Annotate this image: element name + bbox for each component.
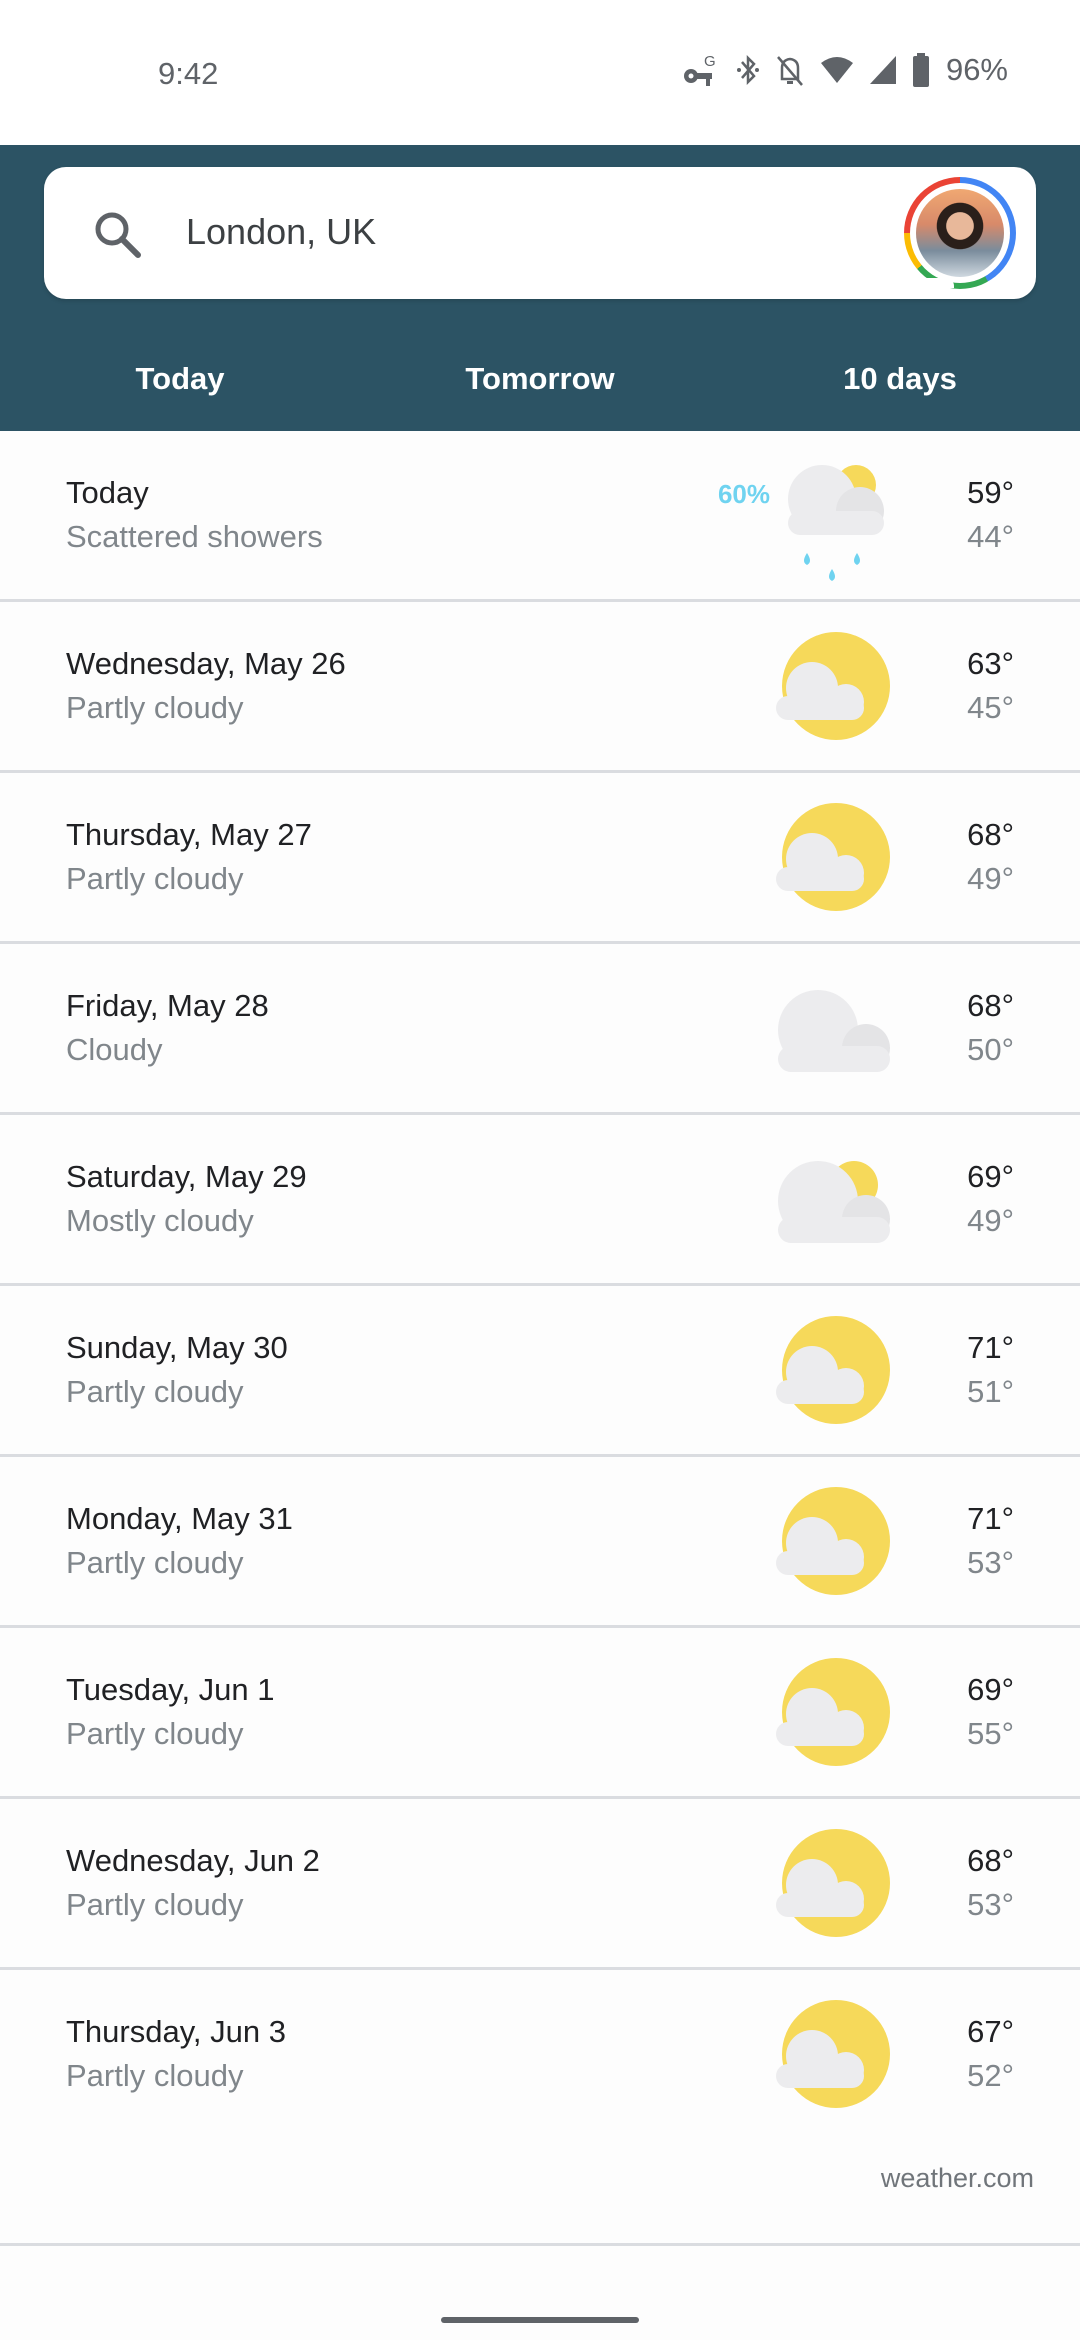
forecast-date: Friday, May 28 (66, 988, 269, 1023)
forecast-row[interactable]: Saturday, May 29 Mostly cloudy 69° 49° (0, 1115, 1080, 1286)
high-temperature: 68° (967, 817, 1014, 852)
scattered-showers-icon (770, 455, 910, 581)
partly-cloudy-icon (770, 1823, 910, 1943)
forecast-condition: Partly cloudy (66, 2058, 244, 2093)
tab-10-days[interactable]: 10 days (720, 331, 1080, 431)
battery-percentage: 96% (945, 52, 1008, 87)
forecast-date: Wednesday, Jun 2 (66, 1843, 320, 1878)
forecast-row[interactable]: Thursday, Jun 3 Partly cloudy 67° 52° (0, 1970, 1080, 2138)
forecast-list: Today Scattered showers 60% 59° 44° Wedn… (0, 431, 1080, 2138)
forecast-date: Sunday, May 30 (66, 1330, 288, 1365)
vpn-key-icon: G (682, 52, 722, 88)
tab-today[interactable]: Today (0, 331, 360, 431)
app-header: London, UK Today Tomorrow 10 days (0, 145, 1080, 431)
forecast-row[interactable]: Friday, May 28 Cloudy 68° 50° (0, 944, 1080, 1115)
selected-tab-indicator (846, 278, 954, 288)
low-temperature: 53° (967, 1887, 1014, 1922)
status-bar: 9:42 G 96% (0, 0, 1080, 145)
divider (0, 2243, 1080, 2246)
status-time: 9:42 (158, 56, 219, 91)
forecast-condition: Partly cloudy (66, 861, 244, 896)
low-temperature: 52° (967, 2058, 1014, 2093)
forecast-date: Monday, May 31 (66, 1501, 293, 1536)
partly-cloudy-icon (770, 626, 910, 746)
high-temperature: 71° (967, 1330, 1014, 1365)
forecast-date: Wednesday, May 26 (66, 646, 346, 681)
svg-text:G: G (704, 53, 716, 70)
partly-cloudy-icon (770, 1994, 910, 2114)
home-gesture-bar[interactable] (441, 2317, 639, 2323)
partly-cloudy-icon (770, 797, 910, 917)
high-temperature: 68° (967, 1843, 1014, 1878)
partly-cloudy-icon (770, 1481, 910, 1601)
forecast-row[interactable]: Today Scattered showers 60% 59° 44° (0, 431, 1080, 602)
source-link[interactable]: weather.com (881, 2163, 1034, 2194)
partly-cloudy-icon (770, 1652, 910, 1772)
high-temperature: 69° (967, 1672, 1014, 1707)
forecast-row[interactable]: Monday, May 31 Partly cloudy 71° 53° (0, 1457, 1080, 1628)
low-temperature: 55° (967, 1716, 1014, 1751)
forecast-row[interactable]: Wednesday, Jun 2 Partly cloudy 68° 53° (0, 1799, 1080, 1970)
low-temperature: 49° (967, 861, 1014, 896)
forecast-row[interactable]: Tuesday, Jun 1 Partly cloudy 69° 55° (0, 1628, 1080, 1799)
status-icons: G 96% (682, 52, 1008, 88)
wifi-icon (820, 55, 854, 85)
forecast-condition: Cloudy (66, 1032, 163, 1067)
high-temperature: 59° (967, 475, 1014, 510)
search-input[interactable]: London, UK (186, 211, 376, 253)
forecast-condition: Partly cloudy (66, 1716, 244, 1751)
low-temperature: 45° (967, 690, 1014, 725)
low-temperature: 49° (967, 1203, 1014, 1238)
low-temperature: 44° (967, 519, 1014, 554)
partly-cloudy-icon (770, 1310, 910, 1430)
tab-tomorrow[interactable]: Tomorrow (360, 331, 720, 431)
low-temperature: 53° (967, 1545, 1014, 1580)
avatar (916, 189, 1004, 277)
forecast-condition: Partly cloudy (66, 1545, 244, 1580)
precipitation-chance: 60% (717, 479, 770, 509)
high-temperature: 71° (967, 1501, 1014, 1536)
forecast-date: Thursday, Jun 3 (66, 2014, 286, 2049)
forecast-condition: Scattered showers (66, 519, 323, 554)
high-temperature: 67° (967, 2014, 1014, 2049)
forecast-date: Thursday, May 27 (66, 817, 312, 852)
bluetooth-icon (736, 53, 760, 87)
high-temperature: 63° (967, 646, 1014, 681)
forecast-row[interactable]: Sunday, May 30 Partly cloudy 71° 51° (0, 1286, 1080, 1457)
forecast-condition: Mostly cloudy (66, 1203, 254, 1238)
cellular-signal-icon (868, 55, 898, 85)
high-temperature: 69° (967, 1159, 1014, 1194)
account-avatar-button[interactable] (904, 177, 1016, 289)
forecast-row[interactable]: Wednesday, May 26 Partly cloudy 63° 45° (0, 602, 1080, 773)
forecast-tabs: Today Tomorrow 10 days (0, 331, 1080, 431)
forecast-date: Saturday, May 29 (66, 1159, 307, 1194)
cloudy-icon (770, 968, 910, 1088)
search-icon[interactable] (92, 209, 144, 266)
forecast-condition: Partly cloudy (66, 1374, 244, 1409)
mostly-cloudy-icon (770, 1139, 910, 1259)
forecast-condition: Partly cloudy (66, 690, 244, 725)
battery-icon (912, 53, 930, 87)
high-temperature: 68° (967, 988, 1014, 1023)
forecast-date: Tuesday, Jun 1 (66, 1672, 275, 1707)
notifications-off-icon (774, 53, 806, 87)
forecast-condition: Partly cloudy (66, 1887, 244, 1922)
forecast-date: Today (66, 475, 149, 510)
low-temperature: 50° (967, 1032, 1014, 1067)
low-temperature: 51° (967, 1374, 1014, 1409)
forecast-row[interactable]: Thursday, May 27 Partly cloudy 68° 49° (0, 773, 1080, 944)
